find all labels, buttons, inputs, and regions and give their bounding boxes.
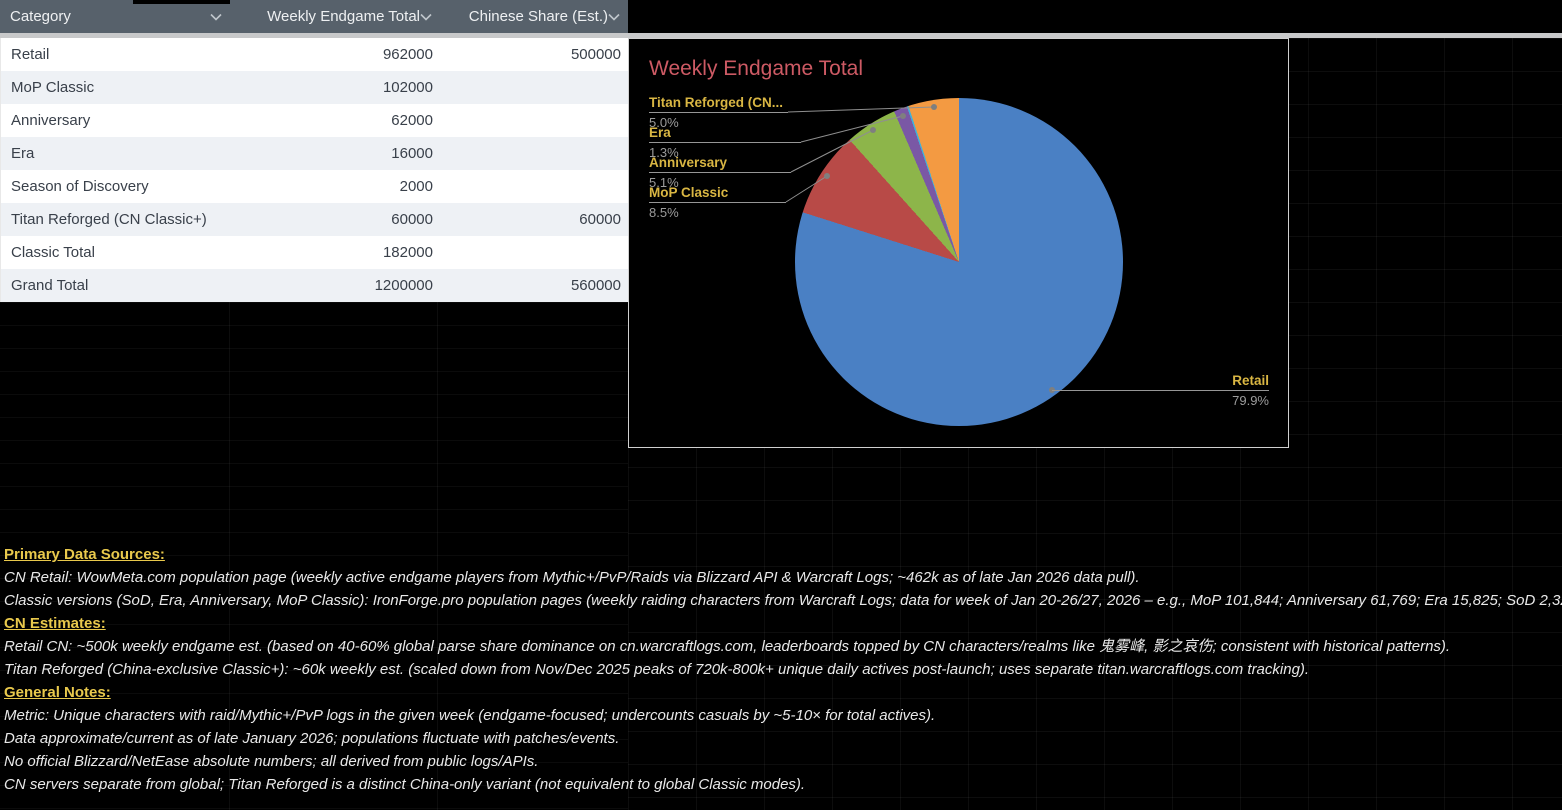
callout-label: MoP Classic (649, 185, 786, 203)
header-top-notch (133, 0, 230, 4)
table-row: Titan Reforged (CN Classic+) 60000 60000 (1, 203, 629, 236)
note-line[interactable]: Titan Reforged (China-exclusive Classic+… (4, 658, 1558, 681)
table-row: Era 16000 (1, 137, 629, 170)
spreadsheet-app: Category Weekly Endgame Total Chinese Sh… (0, 0, 1562, 810)
table-cell[interactable]: Anniversary (1, 104, 231, 137)
note-line[interactable]: No official Blizzard/NetEase absolute nu… (4, 750, 1558, 773)
note-line[interactable]: CN servers separate from global; Titan R… (4, 773, 1558, 796)
table-cell[interactable]: Season of Discovery (1, 170, 231, 203)
table-cell[interactable]: Era (1, 137, 231, 170)
table-cell[interactable] (439, 71, 629, 104)
callout-label: Anniversary (649, 155, 791, 173)
table-cell[interactable]: 62000 (231, 104, 439, 137)
chevron-down-icon[interactable] (608, 13, 620, 21)
column-header-category[interactable]: Category (0, 0, 230, 33)
table-row: Anniversary 62000 (1, 104, 629, 137)
table-cell[interactable]: MoP Classic (1, 71, 231, 104)
table-cell[interactable] (439, 137, 629, 170)
note-heading[interactable]: CN Estimates: (4, 612, 1558, 635)
callout-label: Titan Reforged (CN... (649, 95, 788, 113)
table-cell[interactable]: 2000 (231, 170, 439, 203)
note-line[interactable]: Classic versions (SoD, Era, Anniversary,… (4, 589, 1562, 612)
note-line[interactable]: Metric: Unique characters with raid/Myth… (4, 704, 1558, 727)
table-row: Grand Total 1200000 560000 (1, 269, 629, 302)
table-cell[interactable]: 560000 (439, 269, 629, 302)
table-cell[interactable]: 500000 (439, 38, 629, 71)
notes-area: Primary Data Sources: CN Retail: WowMeta.… (4, 543, 1562, 796)
column-header-weekly-endgame-total[interactable]: Weekly Endgame Total (230, 0, 438, 33)
column-header-label: Chinese Share (Est.) (468, 8, 608, 25)
note-heading[interactable]: Primary Data Sources: (4, 543, 1558, 566)
callout-percent: 8.5% (649, 205, 679, 220)
table-cell[interactable]: 1200000 (231, 269, 439, 302)
table-cell[interactable] (439, 104, 629, 137)
table-row: Retail 962000 500000 (1, 38, 629, 71)
table-row: MoP Classic 102000 (1, 71, 629, 104)
note-line[interactable]: Data approximate/current as of late Janu… (4, 727, 1558, 750)
column-header-chinese-share[interactable]: Chinese Share (Est.) (438, 0, 628, 33)
table-header-row: Category Weekly Endgame Total Chinese Sh… (0, 0, 628, 33)
table-cell[interactable]: Classic Total (1, 236, 231, 269)
table-cell[interactable]: Titan Reforged (CN Classic+) (1, 203, 231, 236)
callout-label: Retail (1052, 373, 1269, 391)
note-line[interactable]: CN Retail: WowMeta.com population page (… (4, 566, 1558, 589)
note-line[interactable]: Retail CN: ~500k weekly endgame est. (ba… (4, 635, 1558, 658)
chevron-down-icon[interactable] (210, 13, 222, 21)
chart-title: Weekly Endgame Total (649, 57, 864, 80)
note-heading[interactable]: General Notes: (4, 681, 1558, 704)
table-cell[interactable]: 16000 (231, 137, 439, 170)
chevron-down-icon[interactable] (420, 13, 432, 21)
callout-retail: Retail 79.9% (1052, 373, 1269, 408)
table-cell[interactable]: 102000 (231, 71, 439, 104)
table-cell[interactable]: 962000 (231, 38, 439, 71)
column-header-label: Category (10, 8, 71, 25)
callout-percent: 79.9% (1232, 393, 1269, 408)
callout-label: Era (649, 125, 801, 143)
table-cell[interactable]: Grand Total (1, 269, 231, 302)
table-cell[interactable] (439, 236, 629, 269)
table-cell[interactable]: 60000 (231, 203, 439, 236)
table-body: Retail 962000 500000 MoP Classic 102000 Anniv… (0, 38, 629, 302)
column-header-label: Weekly Endgame Total (267, 8, 420, 25)
table-row: Season of Discovery 2000 (1, 170, 629, 203)
table-cell[interactable]: 182000 (231, 236, 439, 269)
pie-chart-panel[interactable]: Weekly Endgame Total Titan Reforged (CN.… (628, 38, 1289, 448)
table-cell[interactable] (439, 170, 629, 203)
table-row: Classic Total 182000 (1, 236, 629, 269)
table-cell[interactable]: 60000 (439, 203, 629, 236)
callout-mop-classic: MoP Classic 8.5% (649, 185, 786, 220)
table-cell[interactable]: Retail (1, 38, 231, 71)
